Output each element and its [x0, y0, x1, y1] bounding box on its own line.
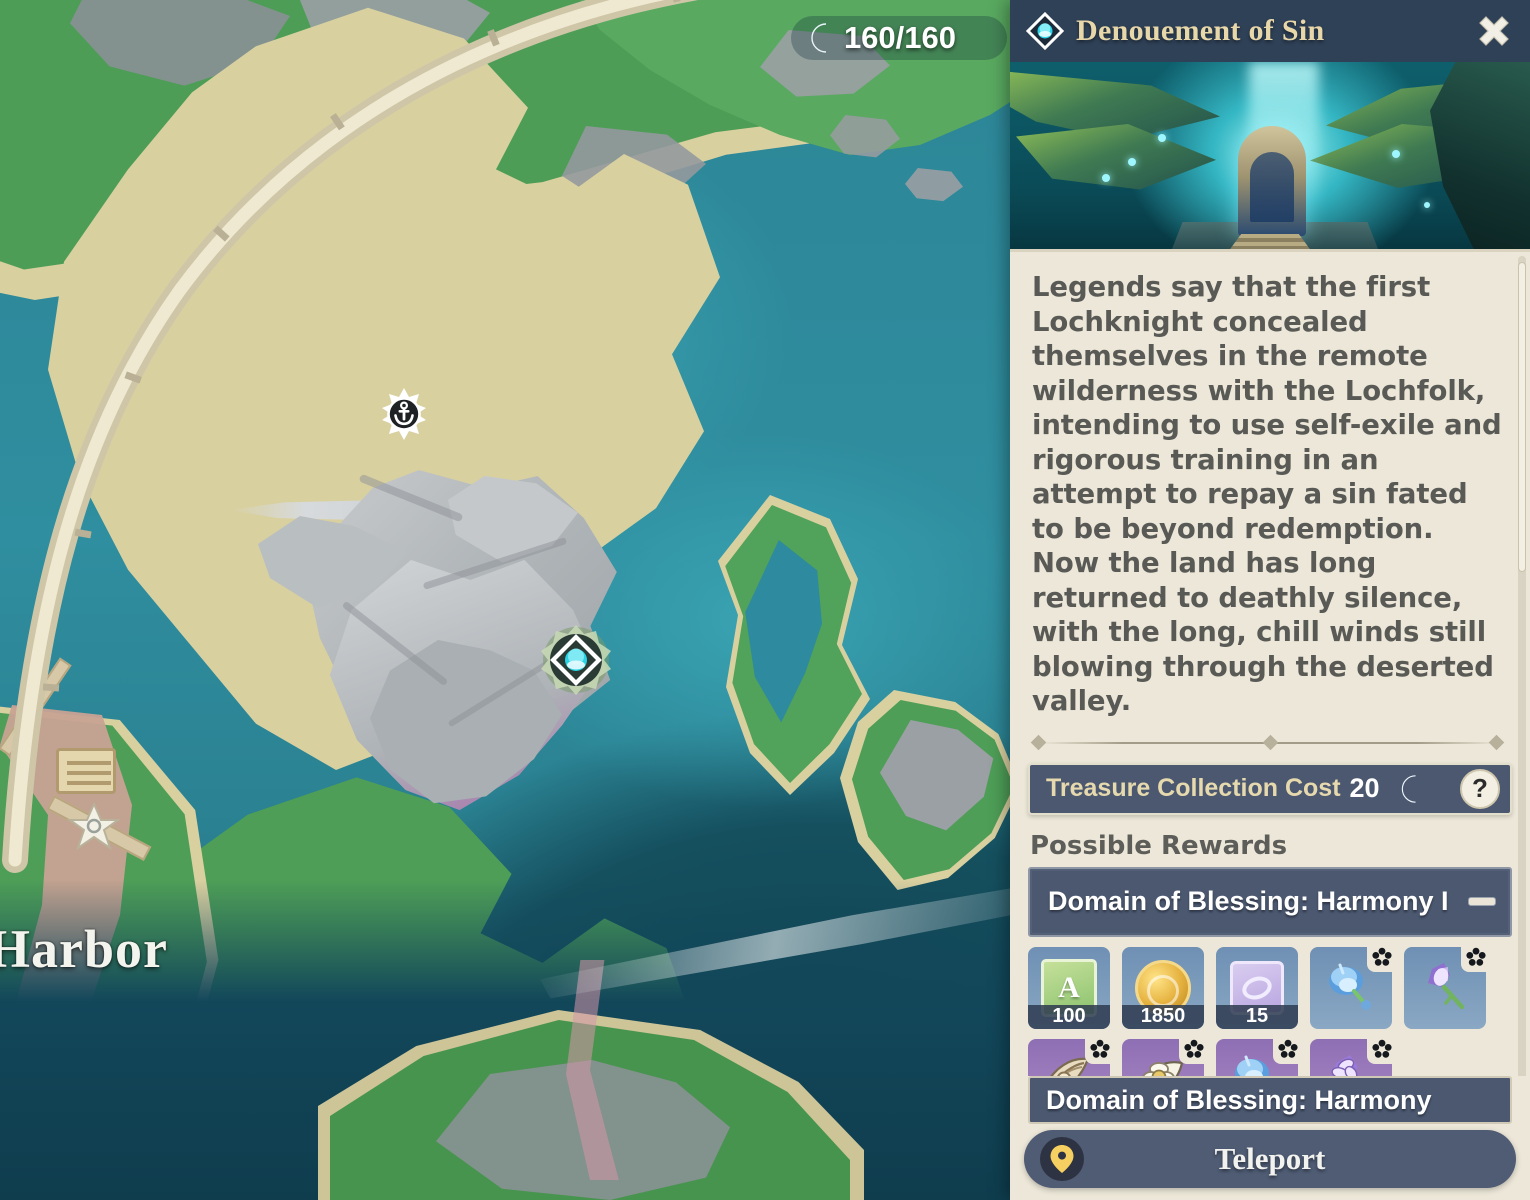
- reward-group-header-2[interactable]: Domain of Blessing: Harmony: [1028, 1076, 1512, 1124]
- resin-value: 160/160: [843, 20, 956, 55]
- minus-icon[interactable]: [1468, 897, 1496, 906]
- possible-rewards-title: Possible Rewards: [1030, 830, 1288, 861]
- reward-item-row: A 100 1850 15: [1028, 941, 1512, 1029]
- reward-item-count: 15: [1216, 1004, 1298, 1029]
- reward-item-count: 100: [1028, 1004, 1110, 1029]
- panel-title: Denouement of Sin: [1076, 14, 1325, 47]
- reward-item-artifact-blue[interactable]: [1310, 941, 1397, 1029]
- domain-detail-panel: Denouement of Sin Legends say that the f…: [1010, 0, 1530, 1200]
- domain-diamond-icon: [1026, 12, 1064, 50]
- teleport-waypoint-marker[interactable]: [378, 388, 430, 440]
- artifact-set-icon: [1179, 1033, 1209, 1064]
- panel-scrollbar-thumb[interactable]: [1518, 262, 1526, 572]
- map-causeway: [2, 0, 699, 873]
- domain-preview-image: [1010, 62, 1530, 252]
- cost-label: Treasure Collection Cost: [1046, 774, 1341, 802]
- reward-item-artifact-purple[interactable]: [1404, 941, 1491, 1029]
- reward-group-name: Domain of Blessing: Harmony I: [1048, 886, 1449, 916]
- crescent-moon-icon: [811, 23, 826, 53]
- resin-counter[interactable]: 160/160: [790, 16, 1007, 60]
- treasure-collection-cost-bar: Treasure Collection Cost 20 ?: [1028, 762, 1512, 815]
- reward-item-count: 1850: [1122, 1004, 1204, 1029]
- teleport-label: Teleport: [1214, 1141, 1326, 1176]
- domain-description: Legends say that the first Lochknight co…: [1032, 271, 1502, 717]
- help-button[interactable]: ?: [1460, 768, 1500, 809]
- app-root: Harbor 160/160 Denouement of Sin Legends…: [0, 0, 1530, 1200]
- panel-scrollbar[interactable]: [1518, 256, 1526, 1156]
- artifact-set-icon: [1367, 941, 1397, 972]
- section-divider: [1030, 734, 1510, 750]
- help-label: ?: [1472, 773, 1488, 803]
- panel-header: Denouement of Sin: [1010, 0, 1530, 62]
- crescent-moon-icon: [1401, 774, 1416, 803]
- reward-group-name: Domain of Blessing: Harmony: [1046, 1084, 1432, 1115]
- cost-value: 20: [1349, 773, 1380, 803]
- close-icon: [1479, 16, 1509, 46]
- game-map[interactable]: Harbor 160/160: [0, 0, 1015, 1200]
- artifact-set-icon: [1461, 941, 1491, 972]
- teleport-button[interactable]: Teleport: [1024, 1130, 1516, 1188]
- reward-item-adventure-exp[interactable]: A 100: [1028, 946, 1110, 1029]
- description-section: Legends say that the first Lochknight co…: [1010, 252, 1530, 725]
- reward-item-companionship-exp[interactable]: 15: [1216, 946, 1298, 1029]
- reward-item-mora[interactable]: 1850: [1122, 946, 1204, 1029]
- panel-footer: Domain of Blessing: Harmony Teleport: [1010, 1076, 1530, 1200]
- reward-group-header-1[interactable]: Domain of Blessing: Harmony I: [1028, 866, 1512, 937]
- crescent-moon-icon-secondary: [973, 27, 985, 49]
- artifact-set-icon: [1367, 1033, 1397, 1064]
- artifact-set-icon: [1273, 1033, 1303, 1064]
- artifact-set-icon: [1085, 1033, 1115, 1064]
- close-button[interactable]: [1472, 9, 1516, 53]
- domain-marker-selected[interactable]: [538, 622, 614, 698]
- map-pin-icon: [1040, 1137, 1084, 1181]
